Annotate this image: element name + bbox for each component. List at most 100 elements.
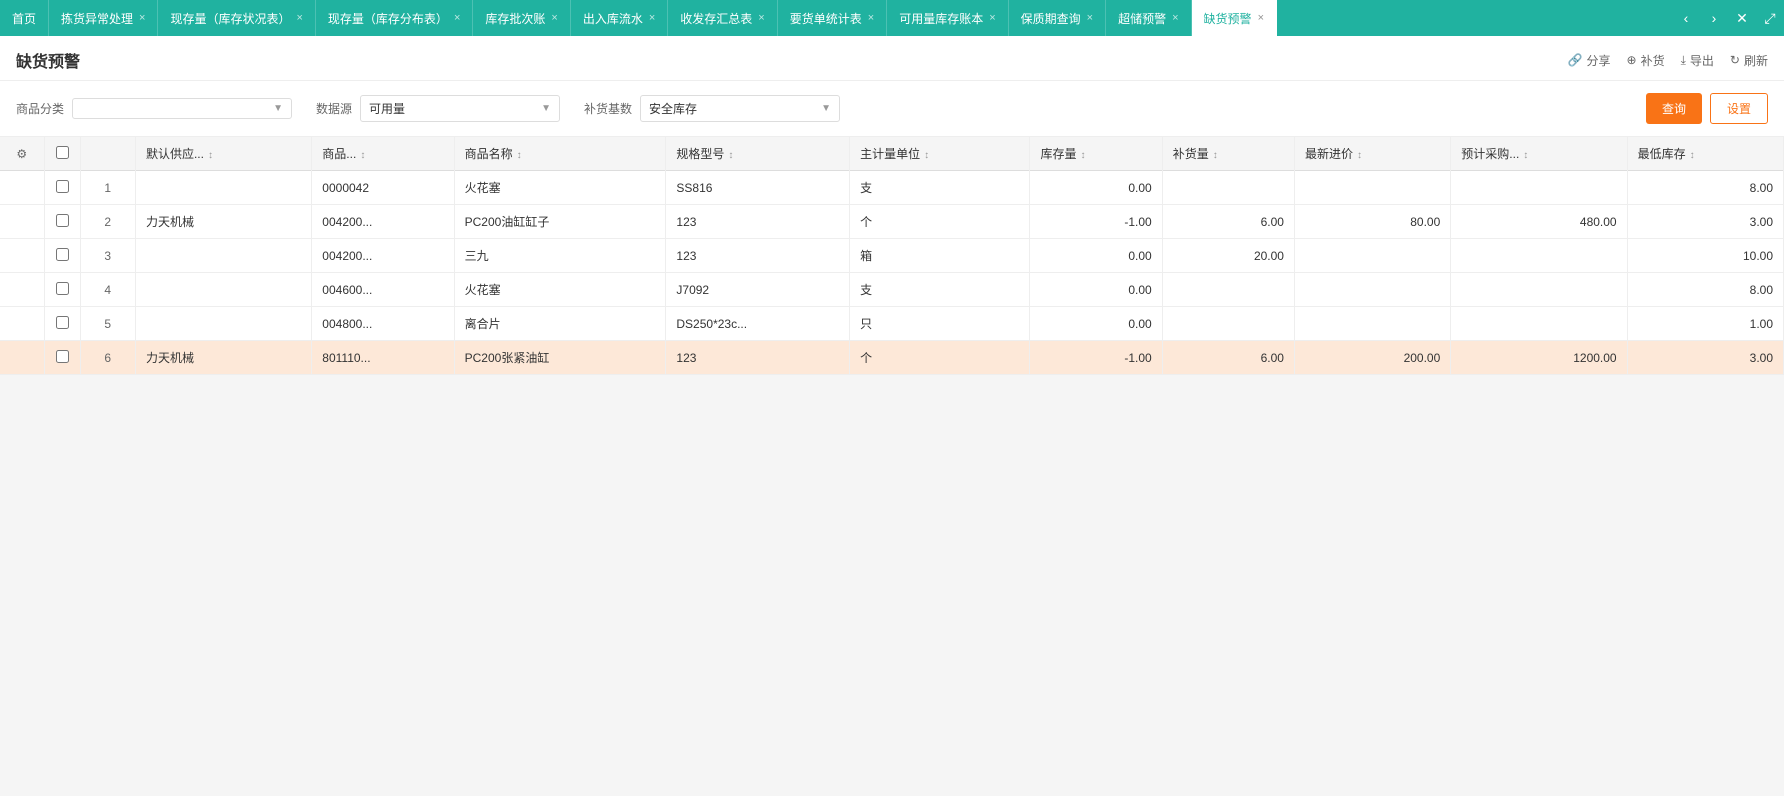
- row-check-2[interactable]: [44, 239, 80, 273]
- tab-available-ledger[interactable]: 可用量库存账本 ×: [887, 0, 1008, 36]
- col-unit-header[interactable]: 主计量单位↕: [850, 137, 1030, 171]
- check-all-checkbox[interactable]: [56, 146, 69, 159]
- share-btn[interactable]: 🔗 分享: [1568, 52, 1611, 69]
- tab-inventory-status[interactable]: 现存量（库存状况表）×: [158, 0, 315, 36]
- tab-close-inout-flow[interactable]: ×: [649, 12, 655, 24]
- row-latest-price-5: 200.00: [1294, 341, 1450, 375]
- tab-close-all-btn[interactable]: ✕: [1728, 0, 1756, 36]
- row-checkbox-5[interactable]: [56, 350, 69, 363]
- row-spec-2: 123: [666, 239, 850, 273]
- tab-label-shortage-warn: 缺货预警: [1204, 10, 1252, 27]
- col-stock-header[interactable]: 库存量↕: [1030, 137, 1162, 171]
- row-check-5[interactable]: [44, 341, 80, 375]
- page-title: 缺货预警: [16, 48, 80, 72]
- tab-label-available-ledger: 可用量库存账本: [899, 10, 983, 27]
- tab-close-inventory-dist[interactable]: ×: [454, 12, 460, 24]
- datasource-select-value: 可用量: [369, 100, 541, 117]
- tab-exception[interactable]: 拣货异常处理 ×: [49, 0, 158, 36]
- col-product-name-header[interactable]: 商品名称↕: [454, 137, 666, 171]
- row-supplier-4: [135, 307, 311, 341]
- row-check-0[interactable]: [44, 171, 80, 205]
- row-check-4[interactable]: [44, 307, 80, 341]
- row-checkbox-1[interactable]: [56, 214, 69, 227]
- table-row: 2 力天机械 004200... PC200油缸缸子 123 个 -1.00 6…: [0, 205, 1784, 239]
- col-est-purchase-header[interactable]: 预计采购...↕: [1451, 137, 1627, 171]
- tab-label-expiry-query: 保质期查询: [1021, 10, 1081, 27]
- col-spec-header[interactable]: 规格型号↕: [666, 137, 850, 171]
- category-select[interactable]: ▼: [72, 98, 292, 119]
- tab-collect-summary[interactable]: 收发存汇总表×: [668, 0, 777, 36]
- row-stock-0: 0.00: [1030, 171, 1162, 205]
- table-container: ⚙ 默认供应...↕ 商品...↕ 商品名称↕ 规格型号↕ 主计量单位↕ 库存量…: [0, 137, 1784, 375]
- row-product-name-0: 火花塞: [454, 171, 666, 205]
- table-row: 3 004200... 三九 123 箱 0.00 20.00 10.00: [0, 239, 1784, 273]
- col-supplier-header[interactable]: 默认供应...↕: [135, 137, 311, 171]
- col-product-code-header[interactable]: 商品...↕: [312, 137, 454, 171]
- table-row: 1 0000042 火花塞 SS816 支 0.00 8.00: [0, 171, 1784, 205]
- tab-batch-account[interactable]: 库存批次账×: [473, 0, 570, 36]
- table-row: 5 004800... 离合片 DS250*23c... 只 0.00 1.00: [0, 307, 1784, 341]
- tab-close-collect-summary[interactable]: ×: [758, 12, 764, 24]
- row-product-code-1: 004200...: [312, 205, 454, 239]
- row-gear-3: [0, 273, 44, 307]
- tab-close-available-ledger[interactable]: ×: [989, 12, 995, 24]
- tab-close-batch-account[interactable]: ×: [551, 12, 557, 24]
- tab-expand-btn[interactable]: ⤢: [1756, 0, 1784, 36]
- row-checkbox-2[interactable]: [56, 248, 69, 261]
- row-unit-3: 支: [850, 273, 1030, 307]
- row-stock-4: 0.00: [1030, 307, 1162, 341]
- row-check-1[interactable]: [44, 205, 80, 239]
- row-check-3[interactable]: [44, 273, 80, 307]
- col-replenish-header[interactable]: 补货量↕: [1162, 137, 1294, 171]
- refresh-btn[interactable]: ↻ 刷新: [1730, 52, 1768, 69]
- tab-order-stats[interactable]: 要货单统计表 ×: [778, 0, 887, 36]
- replenish-base-select[interactable]: 安全库存 ▼: [640, 95, 840, 122]
- tab-close-shortage-warn[interactable]: ×: [1258, 12, 1264, 24]
- row-replenish-1: 6.00: [1162, 205, 1294, 239]
- export-icon: ⤓: [1681, 53, 1686, 68]
- tab-next-btn[interactable]: ›: [1700, 0, 1728, 36]
- row-min-stock-2: 10.00: [1627, 239, 1783, 273]
- tab-inventory-dist[interactable]: 现存量（库存分布表） ×: [316, 0, 473, 36]
- tab-label-order-stats: 要货单统计表: [790, 10, 862, 27]
- row-min-stock-4: 1.00: [1627, 307, 1783, 341]
- tab-close-expiry-query[interactable]: ×: [1087, 12, 1093, 24]
- col-check[interactable]: [44, 137, 80, 171]
- tab-inout-flow[interactable]: 出入库流水×: [571, 0, 668, 36]
- query-button[interactable]: 查询: [1646, 93, 1702, 124]
- tab-prev-btn[interactable]: ‹: [1672, 0, 1700, 36]
- replenish-btn[interactable]: ⊕ 补货: [1627, 52, 1665, 69]
- row-product-code-3: 004600...: [312, 273, 454, 307]
- datasource-select[interactable]: 可用量 ▼: [360, 95, 560, 122]
- col-latest-price-header[interactable]: 最新进价↕: [1294, 137, 1450, 171]
- row-est-purchase-3: [1451, 273, 1627, 307]
- tab-close-inventory-status[interactable]: ×: [296, 12, 302, 24]
- row-checkbox-4[interactable]: [56, 316, 69, 329]
- tab-shortage-warn[interactable]: 缺货预警 ×: [1192, 0, 1277, 36]
- tab-home[interactable]: 首页: [0, 0, 49, 36]
- row-stock-5: -1.00: [1030, 341, 1162, 375]
- row-checkbox-3[interactable]: [56, 282, 69, 295]
- tab-close-overstock-warn[interactable]: ×: [1172, 12, 1178, 24]
- row-seq-1: 2: [80, 205, 135, 239]
- tab-close-exception[interactable]: ×: [139, 12, 145, 24]
- tab-expiry-query[interactable]: 保质期查询 ×: [1009, 0, 1106, 36]
- row-gear-4: [0, 307, 44, 341]
- row-min-stock-3: 8.00: [1627, 273, 1783, 307]
- tab-overstock-warn[interactable]: 超储预警×: [1106, 0, 1191, 36]
- tab-label-inventory-dist: 现存量（库存分布表）: [328, 10, 448, 27]
- col-min-stock-header[interactable]: 最低库存↕: [1627, 137, 1783, 171]
- row-spec-1: 123: [666, 205, 850, 239]
- row-checkbox-0[interactable]: [56, 180, 69, 193]
- header-actions: 🔗 分享 ⊕ 补货 ⤓ 导出 ↻ 刷新: [1568, 52, 1768, 69]
- col-gear[interactable]: ⚙: [0, 137, 44, 171]
- row-est-purchase-0: [1451, 171, 1627, 205]
- tab-label-exception: 拣货异常处理: [61, 10, 133, 27]
- row-est-purchase-1: 480.00: [1451, 205, 1627, 239]
- tab-close-order-stats[interactable]: ×: [868, 12, 874, 24]
- row-product-code-0: 0000042: [312, 171, 454, 205]
- table-row: 6 力天机械 801110... PC200张紧油缸 123 个 -1.00 6…: [0, 341, 1784, 375]
- row-gear-5: [0, 341, 44, 375]
- export-btn[interactable]: ⤓ 导出: [1681, 52, 1714, 69]
- settings-button[interactable]: 设置: [1710, 93, 1768, 124]
